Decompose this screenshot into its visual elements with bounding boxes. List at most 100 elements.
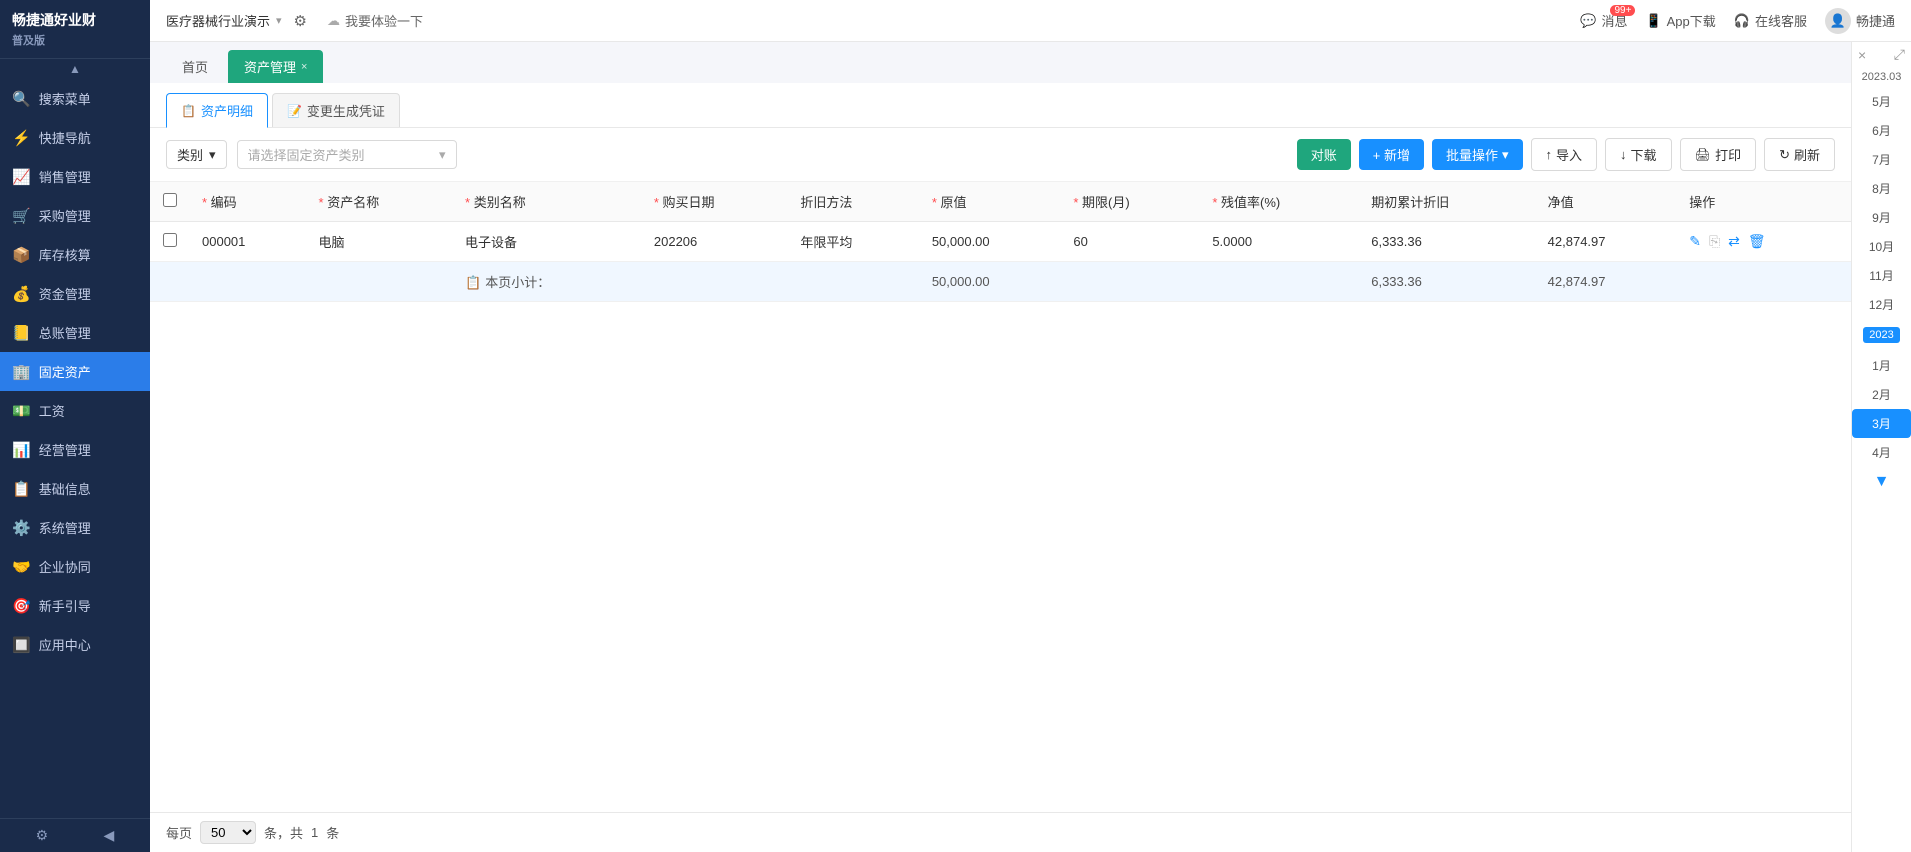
sub-tab-voucher[interactable]: 📝 变更生成凭证 (272, 93, 400, 127)
tab-home[interactable]: 首页 (166, 50, 224, 83)
operations-icon: 📊 (12, 441, 31, 459)
year-badge[interactable]: 2023 (1863, 327, 1899, 343)
month-7[interactable]: 7月 (1852, 145, 1911, 174)
sidebar-item-label: 资金管理 (39, 284, 91, 303)
sidebar-item-guide[interactable]: 🎯新手引导 (0, 586, 150, 625)
tab-close-icon[interactable]: × (301, 61, 307, 73)
filter-arrow-icon: ▾ (439, 147, 446, 163)
experience-btn[interactable]: ☁ 我要体验一下 (327, 11, 423, 30)
sidebar-item-ledger[interactable]: 📒总账管理 (0, 313, 150, 352)
edit-icon[interactable]: ✎ (1689, 233, 1701, 250)
settings-gear-icon[interactable]: ⚙ (294, 12, 307, 30)
messages-badge: 99+ (1610, 5, 1635, 16)
month-4[interactable]: 4月 (1852, 438, 1911, 467)
sidebar-item-label: 经营管理 (39, 440, 91, 459)
th-depreciation-method: 折旧方法 (788, 182, 919, 222)
curr-year-section: 1月 2月 3月 4月 (1852, 351, 1911, 467)
sidebar-item-inventory[interactable]: 📦库存核算 (0, 235, 150, 274)
print-button[interactable]: 🖨 打印 (1680, 138, 1757, 171)
add-button[interactable]: + 新增 (1359, 139, 1424, 170)
prev-year-section: 5月 6月 7月 8月 9月 10月 11月 12月 (1852, 87, 1911, 319)
sub-tab-asset-detail[interactable]: 📋 资产明细 (166, 93, 268, 128)
collapse-icon[interactable]: ◀ (104, 827, 115, 844)
right-panel: × ⤢ 2023.03 5月 6月 7月 8月 9月 10月 11月 12月 2… (1851, 42, 1911, 852)
sidebar-logo: 畅捷通好业财 普及版 (0, 0, 150, 59)
sidebar-item-operations[interactable]: 📊 经营管理 (0, 430, 150, 469)
row-period: 60 (1061, 222, 1200, 262)
month-2[interactable]: 2月 (1852, 380, 1911, 409)
sidebar-item-quicknav[interactable]: ⚡ 快捷导航 (0, 118, 150, 157)
sidebar-item-enterprise[interactable]: 🤝企业协同 (0, 547, 150, 586)
panel-top-controls: × ⤢ (1852, 42, 1911, 67)
sidebar-item-basic_info[interactable]: 📋基础信息 (0, 469, 150, 508)
topbar-right: 💬 消息 99+ 📱 App下载 🎧 在线客服 👤 畅捷通 (1580, 8, 1895, 34)
row-purchase-date: 202206 (642, 222, 788, 262)
month-5[interactable]: 5月 (1852, 87, 1911, 116)
panel-down-arrow[interactable]: ▼ (1870, 469, 1894, 494)
sidebar-item-sales[interactable]: 📈销售管理 (0, 157, 150, 196)
month-6[interactable]: 6月 (1852, 116, 1911, 145)
user-profile-btn[interactable]: 👤 畅捷通 (1825, 8, 1895, 34)
sidebar-item-label: 企业协同 (39, 557, 91, 576)
sidebar-item-purchase[interactable]: 🛒采购管理 (0, 196, 150, 235)
sidebar-item-search[interactable]: 🔍搜索菜单 (0, 79, 150, 118)
salary-icon: 💵 (12, 402, 31, 420)
row-checkbox[interactable] (163, 233, 177, 247)
subtotal-empty (150, 262, 453, 302)
transfer-icon[interactable]: ⇄ (1728, 233, 1740, 250)
reconcile-button[interactable]: 对账 (1297, 139, 1351, 170)
year-badge-container: 2023 (1863, 319, 1899, 351)
print-label: 打印 (1715, 145, 1741, 164)
sidebar-item-finance[interactable]: 💰资金管理 (0, 274, 150, 313)
download-icon: 📱 (1645, 13, 1661, 29)
inner-page: 📋 资产明细 📝 变更生成凭证 类别 ▾ (150, 83, 1851, 852)
month-9[interactable]: 9月 (1852, 203, 1911, 232)
download-button[interactable]: ↓ 下载 (1605, 138, 1672, 171)
table-container: 编码 资产名称 类别名称 购买日期 折旧方法 原值 期限(月) 残值率(%) 期… (150, 182, 1851, 812)
month-11[interactable]: 11月 (1852, 261, 1911, 290)
copy-icon[interactable]: ⎘ (1709, 233, 1720, 250)
app-download-btn[interactable]: 📱 App下载 (1645, 11, 1715, 30)
delete-icon[interactable]: 🗑 (1748, 233, 1766, 250)
select-all-checkbox[interactable] (163, 193, 177, 207)
sidebar-item-salary[interactable]: 💵工资 (0, 391, 150, 430)
sidebar-item-system[interactable]: ⚙️系统管理 (0, 508, 150, 547)
month-8[interactable]: 8月 (1852, 174, 1911, 203)
month-3-active[interactable]: 3月 (1852, 409, 1911, 438)
row-code: 000001 (190, 222, 307, 262)
subtotal-row: 📋本页小计： 50,000.00 6,333.36 42,874.97 (150, 262, 1851, 302)
quicknav-icon: ⚡ (12, 129, 31, 147)
subtotal-empty3 (1061, 262, 1359, 302)
online-service-btn[interactable]: 🎧 在线客服 (1734, 11, 1807, 30)
basic_info-icon: 📋 (12, 480, 31, 498)
ledger-icon: 📒 (12, 324, 31, 342)
refresh-button[interactable]: ↻ 刷新 (1764, 138, 1835, 171)
th-residual-rate: 残值率(%) (1200, 182, 1359, 222)
sidebar-scroll-up[interactable]: ▲ (0, 59, 150, 79)
tabs-bar: 首页 资产管理 × (150, 42, 1851, 83)
category-filter[interactable]: 类别 ▾ (166, 140, 227, 169)
page-size-select[interactable]: 50 100 200 (200, 821, 256, 844)
panel-close-btn[interactable]: × (1858, 47, 1866, 63)
guide-icon: 🎯 (12, 597, 31, 615)
panel-scroll-down[interactable]: ▼ (1864, 467, 1900, 497)
category-type-filter[interactable]: 请选择固定资产类别 ▾ (237, 140, 457, 169)
sidebar-item-app_center[interactable]: 🔲应用中心 (0, 625, 150, 664)
row-depreciation-method: 年限平均 (788, 222, 919, 262)
month-1[interactable]: 1月 (1852, 351, 1911, 380)
sidebar-item-fixed_assets[interactable]: 🏢固定资产 (0, 352, 150, 391)
topbar: 医疗器械行业演示 ▾ ⚙ ☁ 我要体验一下 💬 消息 99+ 📱 App下载 🎧… (150, 0, 1911, 42)
panel-expand-btn[interactable]: ⤢ (1894, 46, 1905, 63)
month-12[interactable]: 12月 (1852, 290, 1911, 319)
tab-assets-management[interactable]: 资产管理 × (228, 50, 323, 83)
import-button[interactable]: ↑ 导入 (1531, 138, 1598, 171)
system-icon: ⚙️ (12, 519, 31, 537)
messages-btn[interactable]: 💬 消息 99+ (1580, 11, 1627, 30)
batch-button[interactable]: 批量操作 ▾ (1432, 139, 1523, 170)
sidebar-item-label: 快捷导航 (39, 128, 91, 147)
month-10[interactable]: 10月 (1852, 232, 1911, 261)
download-label: 下载 (1631, 145, 1657, 164)
company-selector[interactable]: 医疗器械行业演示 ▾ (166, 11, 282, 30)
settings-icon[interactable]: ⚙ (36, 827, 49, 844)
row-checkbox-cell (150, 222, 190, 262)
